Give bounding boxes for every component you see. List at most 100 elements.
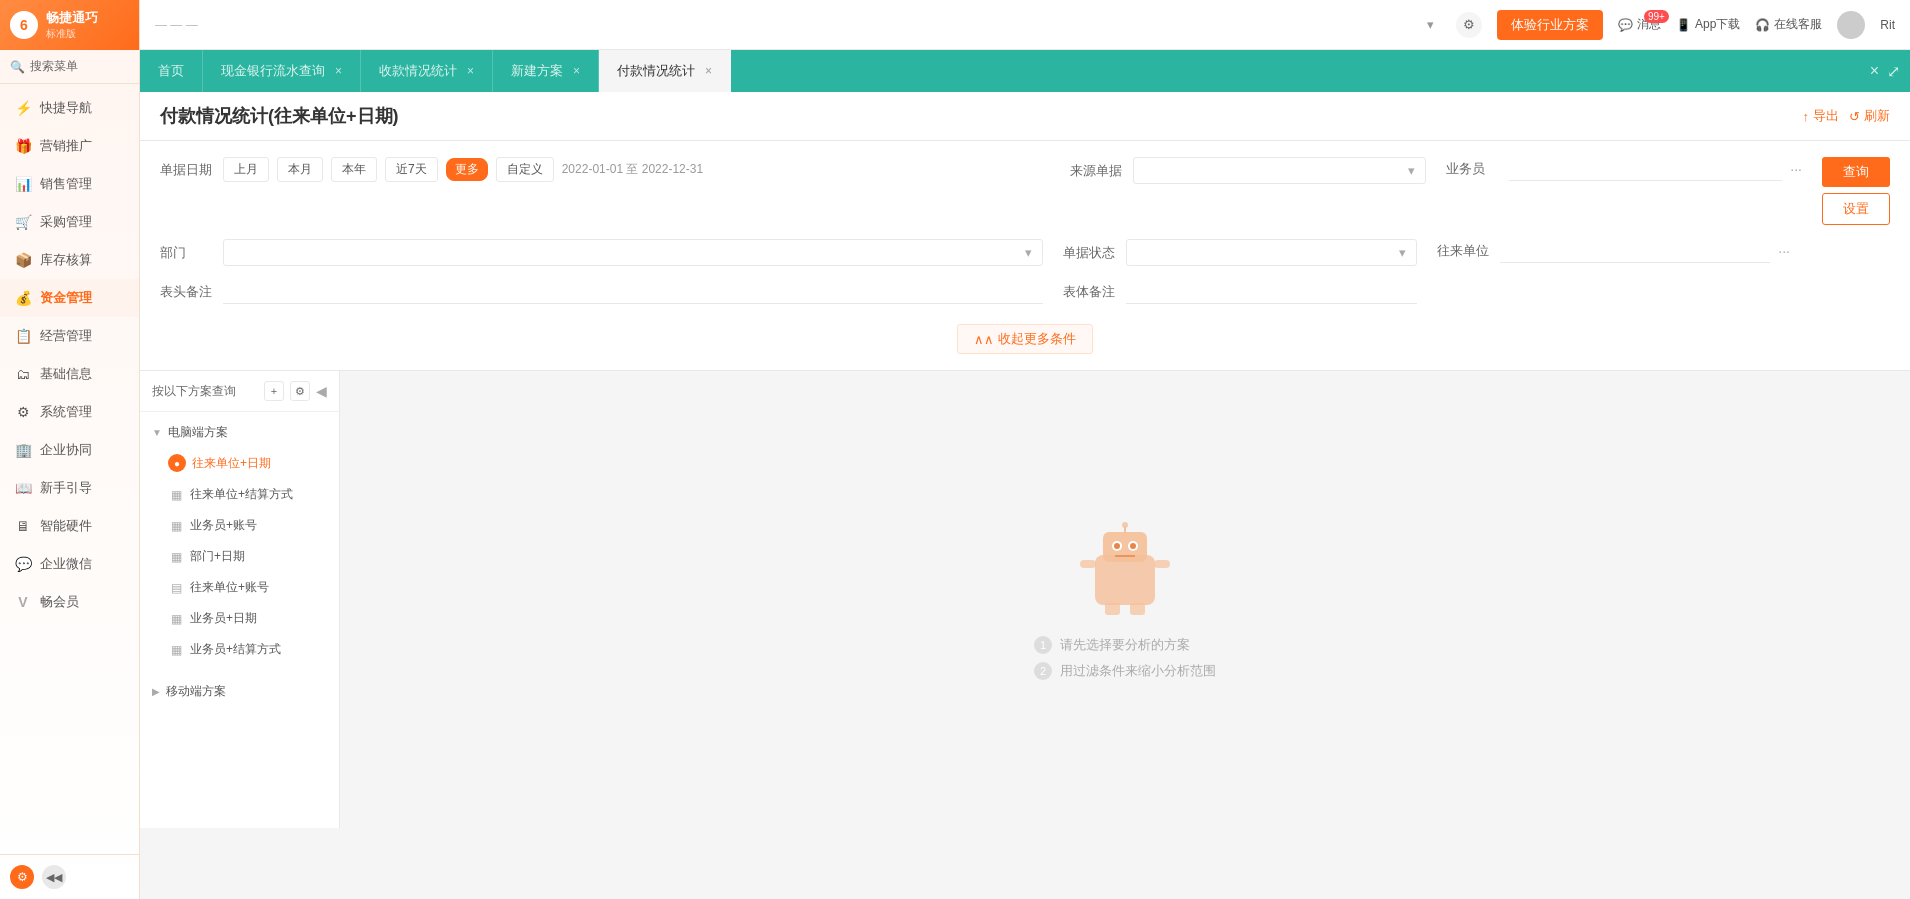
scheme-item-counterpart-settle[interactable]: ▦ 往来单位+结算方式: [140, 479, 339, 510]
sidebar-item-marketing[interactable]: 🎁 营销推广: [0, 127, 139, 165]
settings-scheme-button[interactable]: ⚙: [290, 381, 310, 401]
sidebar-item-quick-nav[interactable]: ⚡ 快捷导航: [0, 89, 139, 127]
add-scheme-button[interactable]: +: [264, 381, 284, 401]
header-dropdown-button[interactable]: ▾: [1421, 15, 1441, 35]
sidebar-item-purchase[interactable]: 🛒 采购管理: [0, 203, 139, 241]
sidebar-item-inventory[interactable]: 📦 库存核算: [0, 241, 139, 279]
tab-bank-flow[interactable]: 现金银行流水查询 ×: [203, 50, 361, 92]
tab-home-label: 首页: [158, 62, 184, 80]
tab-bank-flow-label: 现金银行流水查询: [221, 62, 325, 80]
app-title: 畅捷通巧: [46, 9, 98, 27]
tab-collection-stats[interactable]: 收款情况统计 ×: [361, 50, 493, 92]
collapse-label: 收起更多条件: [998, 330, 1076, 348]
tab-maximize-button[interactable]: ⤢: [1887, 62, 1900, 81]
salesman-more-button[interactable]: ···: [1790, 161, 1802, 177]
scheme-table-icon-2: ▦: [168, 518, 184, 534]
message-button[interactable]: 💬 消息 99+: [1618, 16, 1661, 33]
counterpart-more-button[interactable]: ···: [1778, 243, 1790, 259]
sidebar-nav: ⚡ 快捷导航 🎁 营销推广 📊 销售管理 🛒 采购管理 📦 库存核算 💰 资金管…: [0, 84, 139, 854]
sidebar-item-vip[interactable]: V 畅会员: [0, 583, 139, 621]
date-last-month[interactable]: 上月: [223, 157, 269, 182]
sidebar-item-enterprise[interactable]: 🏢 企业协同: [0, 431, 139, 469]
date-this-month[interactable]: 本月: [277, 157, 323, 182]
head-note-input[interactable]: [223, 280, 1043, 304]
user-avatar[interactable]: [1837, 11, 1865, 39]
empty-tip-1: 1 请先选择要分析的方案: [1034, 636, 1216, 654]
source-select[interactable]: ▾: [1133, 157, 1426, 184]
date-options: 上月 本月 本年 近7天 更多 自定义: [223, 157, 554, 182]
dept-select[interactable]: ▾: [223, 239, 1043, 266]
sidebar-header: 6 畅捷通巧 标准版: [0, 0, 139, 50]
sidebar-item-basic-info[interactable]: 🗂 基础信息: [0, 355, 139, 393]
svg-rect-7: [1105, 603, 1120, 615]
export-button[interactable]: ↑ 导出: [1803, 107, 1840, 125]
app-download-button[interactable]: 📱 App下载: [1676, 16, 1740, 33]
date-custom[interactable]: 自定义: [496, 157, 554, 182]
scheme-item-counterpart-account[interactable]: ▤ 往来单位+账号: [140, 572, 339, 603]
capital-label: 资金管理: [40, 289, 92, 307]
dept-dropdown-icon: ▾: [1025, 245, 1032, 260]
svg-point-5: [1130, 543, 1136, 549]
scheme-item-salesman-settle[interactable]: ▦ 业务员+结算方式: [140, 634, 339, 665]
sidebar-collapse-button[interactable]: ◀◀: [42, 865, 66, 889]
svg-rect-10: [1154, 560, 1170, 568]
service-label: 在线客服: [1774, 16, 1822, 33]
scheme-item-salesman-account[interactable]: ▦ 业务员+账号: [140, 510, 339, 541]
message-icon: 💬: [1618, 18, 1633, 32]
sidebar-item-operation[interactable]: 📋 经营管理: [0, 317, 139, 355]
basic-info-icon: 🗂: [14, 365, 32, 383]
settings-button[interactable]: 设置: [1822, 193, 1890, 225]
tab-home[interactable]: 首页: [140, 50, 203, 92]
header-gear-button[interactable]: ⚙: [1456, 12, 1482, 38]
tab-new-scheme[interactable]: 新建方案 ×: [493, 50, 599, 92]
online-service-button[interactable]: 🎧 在线客服: [1755, 16, 1822, 33]
date-last-7-days[interactable]: 近7天: [385, 157, 438, 182]
collapse-panel-button[interactable]: ◀: [316, 383, 327, 399]
sidebar-item-system[interactable]: ⚙ 系统管理: [0, 393, 139, 431]
result-area: 1 请先选择要分析的方案 2 用过滤条件来缩小分析范围: [340, 371, 1910, 828]
tab-new-scheme-close[interactable]: ×: [573, 64, 580, 78]
scheme-salesman-account-label: 业务员+账号: [190, 517, 257, 534]
tab-payment-stats-close[interactable]: ×: [705, 64, 712, 78]
counterpart-input[interactable]: [1500, 239, 1771, 263]
scheme-item-dept-date[interactable]: ▦ 部门+日期: [140, 541, 339, 572]
scheme-dept-date-label: 部门+日期: [190, 548, 245, 565]
system-label: 系统管理: [40, 403, 92, 421]
desktop-section-header[interactable]: ▼ 电脑端方案: [140, 418, 339, 447]
app-subtitle: 标准版: [46, 27, 98, 41]
order-status-select[interactable]: ▾: [1126, 239, 1416, 266]
filter-row-1: 单据日期 上月 本月 本年 近7天 更多 自定义 2022-01-01 至 20…: [160, 157, 1890, 225]
trial-button[interactable]: 体验行业方案: [1497, 10, 1603, 40]
mobile-section-header[interactable]: ▶ 移动端方案: [140, 677, 339, 706]
empty-tip-2: 2 用过滤条件来缩小分析范围: [1034, 662, 1216, 680]
sidebar-item-sales[interactable]: 📊 销售管理: [0, 165, 139, 203]
purchase-icon: 🛒: [14, 213, 32, 231]
collapse-more-conditions-button[interactable]: ∧∧ 收起更多条件: [957, 324, 1093, 354]
page-content: 付款情况统计(往来单位+日期) ↑ 导出 ↺ 刷新 单据日期 上月: [140, 92, 1910, 899]
sidebar-item-guide[interactable]: 📖 新手引导: [0, 469, 139, 507]
desktop-section-label: 电脑端方案: [168, 424, 228, 441]
date-this-year[interactable]: 本年: [331, 157, 377, 182]
salesman-input[interactable]: [1509, 157, 1782, 181]
active-scheme-dot: ●: [168, 454, 186, 472]
quick-nav-label: 快捷导航: [40, 99, 92, 117]
tab-payment-stats[interactable]: 付款情况统计 ×: [599, 50, 731, 92]
settings-gear-icon[interactable]: ⚙: [10, 865, 34, 889]
sidebar-search[interactable]: 🔍 搜索菜单: [0, 50, 139, 84]
tab-close-all-button[interactable]: ×: [1870, 62, 1879, 80]
sidebar-item-capital[interactable]: 💰 资金管理: [0, 279, 139, 317]
tab-bank-flow-close[interactable]: ×: [335, 64, 342, 78]
scheme-item-salesman-date[interactable]: ▦ 业务员+日期: [140, 603, 339, 634]
query-button[interactable]: 查询: [1822, 157, 1890, 187]
scheme-item-counterpart-date[interactable]: ● 往来单位+日期: [140, 447, 339, 479]
tab-payment-stats-label: 付款情况统计: [617, 62, 695, 80]
tab-collection-stats-close[interactable]: ×: [467, 64, 474, 78]
app-download-label: App下载: [1695, 16, 1740, 33]
date-more[interactable]: 更多: [446, 158, 488, 181]
body-note-input[interactable]: [1126, 280, 1416, 304]
sidebar-item-weixin[interactable]: 💬 企业微信: [0, 545, 139, 583]
filter-dept-item: 部门 ▾: [160, 239, 1043, 266]
sidebar-item-hardware[interactable]: 🖥 智能硬件: [0, 507, 139, 545]
refresh-button[interactable]: ↺ 刷新: [1849, 107, 1890, 125]
source-dropdown-icon: ▾: [1408, 163, 1415, 178]
